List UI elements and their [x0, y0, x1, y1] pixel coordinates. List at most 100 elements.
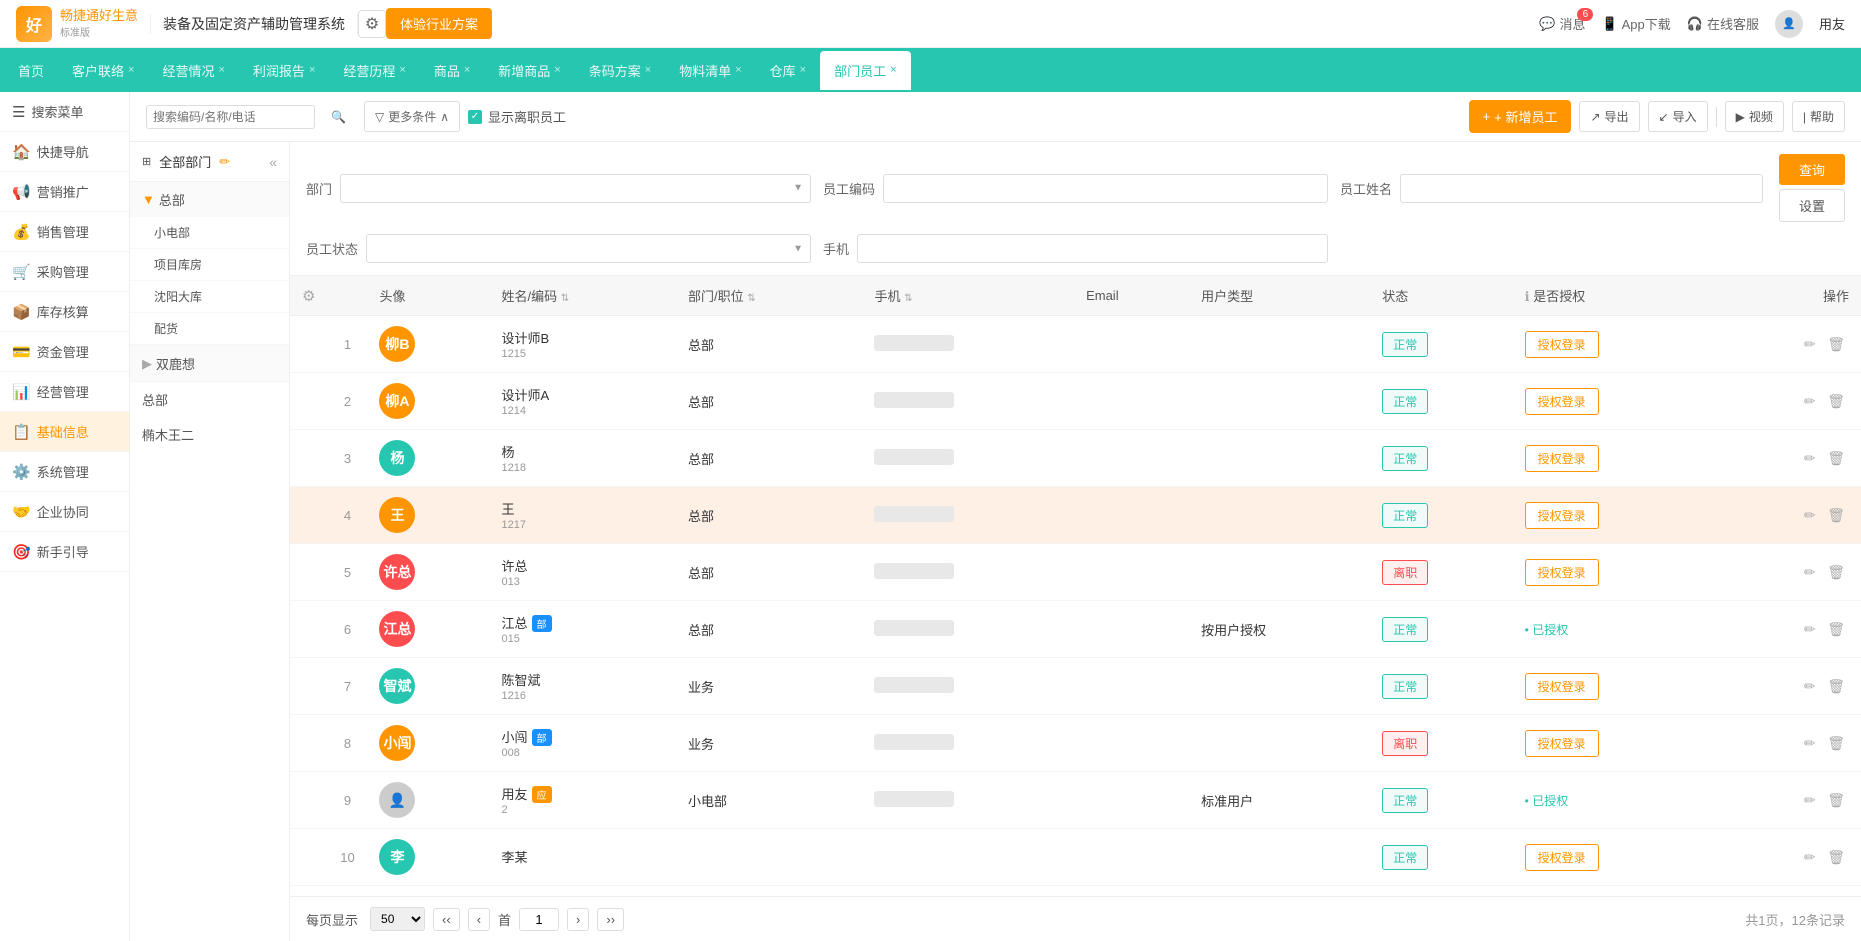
empname-input[interactable]: [1400, 174, 1763, 203]
delete-button[interactable]: 🗑: [1823, 391, 1849, 412]
help-button[interactable]: | 帮助: [1792, 101, 1845, 132]
sidebar-item-operations[interactable]: 📊 经营管理: [0, 372, 129, 412]
edit-button[interactable]: ✏: [1800, 733, 1820, 754]
dept-item-chuanmu[interactable]: 椭木王二: [130, 417, 289, 452]
close-icon[interactable]: ×: [309, 64, 315, 76]
delete-button[interactable]: 🗑: [1823, 562, 1849, 583]
settings-button[interactable]: ⚙: [358, 10, 386, 38]
sidebar-item-enterprise[interactable]: 🤝 企业协同: [0, 492, 129, 532]
close-icon[interactable]: ×: [399, 64, 405, 76]
close-icon[interactable]: ×: [554, 64, 560, 76]
sidebar-item-inventory[interactable]: 📦 库存核算: [0, 292, 129, 332]
resigned-checkbox[interactable]: [468, 110, 482, 124]
add-employee-button[interactable]: + + 新增员工: [1469, 100, 1572, 133]
auth-login-button[interactable]: 授权登录: [1525, 445, 1599, 472]
auth-login-button[interactable]: 授权登录: [1525, 730, 1599, 757]
auth-login-button[interactable]: 授权登录: [1525, 673, 1599, 700]
prev-page-button[interactable]: ‹: [468, 908, 490, 931]
dept-sort-icon[interactable]: ⇅: [747, 293, 755, 304]
dept-all-header[interactable]: ⊞ 全部部门 ✏ «: [130, 142, 289, 182]
dept-group-shuanglu-header[interactable]: ▶ 双鹿想: [130, 346, 289, 381]
tab-new-goods[interactable]: 新增商品 ×: [484, 51, 574, 90]
sidebar-item-sales[interactable]: 💰 销售管理: [0, 212, 129, 252]
sidebar-item-system[interactable]: ⚙️ 系统管理: [0, 452, 129, 492]
tab-barcode[interactable]: 条码方案 ×: [575, 51, 665, 90]
edit-button[interactable]: ✏: [1800, 562, 1820, 583]
edit-button[interactable]: ✏: [1800, 790, 1820, 811]
edit-button[interactable]: ✏: [1800, 448, 1820, 469]
tab-profit[interactable]: 利润报告 ×: [239, 51, 329, 90]
sidebar-item-marketing[interactable]: 📢 营销推广: [0, 172, 129, 212]
tab-warehouse[interactable]: 仓库 ×: [756, 51, 820, 90]
edit-button[interactable]: ✏: [1800, 391, 1820, 412]
edit-button[interactable]: ✏: [1800, 334, 1820, 355]
tab-bom[interactable]: 物料清单 ×: [665, 51, 755, 90]
message-button[interactable]: 💬 消息 6: [1539, 14, 1585, 33]
dept-item-xiangmu[interactable]: 项目库房: [130, 249, 289, 281]
online-service-button[interactable]: 🎧 在线客服: [1687, 14, 1759, 33]
per-page-select[interactable]: 50 20 100: [370, 907, 425, 931]
search-icon-btn[interactable]: 🔍: [321, 104, 356, 130]
next-page-button[interactable]: ›: [567, 908, 589, 931]
auth-login-button[interactable]: 授权登录: [1525, 331, 1599, 358]
close-icon[interactable]: ×: [735, 64, 741, 76]
sidebar-item-newbie[interactable]: 🎯 新手引导: [0, 532, 129, 572]
empstatus-select[interactable]: [366, 234, 811, 263]
gear-icon[interactable]: ⚙: [302, 288, 315, 305]
edit-button[interactable]: ✏: [1800, 847, 1820, 868]
first-page-button[interactable]: ‹‹: [433, 908, 460, 931]
close-icon[interactable]: ×: [800, 64, 806, 76]
sidebar-item-basic-info[interactable]: 📋 基础信息: [0, 412, 129, 452]
edit-button[interactable]: ✏: [1800, 505, 1820, 526]
dept-item-xiaodian[interactable]: 小电部: [130, 217, 289, 249]
tab-department-staff[interactable]: 部门员工 ×: [820, 51, 910, 90]
sidebar-item-purchase[interactable]: 🛒 采购管理: [0, 252, 129, 292]
reset-button[interactable]: 设置: [1779, 189, 1845, 222]
import-button[interactable]: ↙ 导入: [1648, 101, 1708, 132]
delete-button[interactable]: 🗑: [1823, 334, 1849, 355]
dept-group-zongbu-header[interactable]: ▼ 总部: [130, 182, 289, 217]
delete-button[interactable]: 🗑: [1823, 448, 1849, 469]
try-industry-button[interactable]: 体验行业方案: [386, 8, 492, 39]
query-button[interactable]: 查询: [1779, 154, 1845, 185]
dept-item-shenyang[interactable]: 沈阳大库: [130, 281, 289, 313]
dept-select[interactable]: [340, 174, 811, 203]
dept-edit-icon[interactable]: ✏: [219, 154, 230, 170]
dept-item-peihuo[interactable]: 配货: [130, 313, 289, 345]
more-filters-button[interactable]: ▽ 更多条件 ∧: [364, 101, 460, 132]
page-input[interactable]: [519, 908, 559, 931]
tab-operations[interactable]: 经营情况 ×: [148, 51, 238, 90]
empcode-input[interactable]: [883, 174, 1328, 203]
user-avatar[interactable]: 👤: [1775, 10, 1803, 38]
phone-sort-icon[interactable]: ⇅: [904, 293, 912, 304]
tab-customer[interactable]: 客户联络 ×: [58, 51, 148, 90]
tab-goods[interactable]: 商品 ×: [420, 51, 484, 90]
delete-button[interactable]: 🗑: [1823, 847, 1849, 868]
auth-login-button[interactable]: 授权登录: [1525, 388, 1599, 415]
sidebar-item-quick-nav[interactable]: 🏠 快捷导航: [0, 132, 129, 172]
search-input[interactable]: [146, 105, 315, 129]
video-button[interactable]: ▶ 视频: [1725, 101, 1784, 132]
close-icon[interactable]: ×: [464, 64, 470, 76]
tab-process[interactable]: 经营历程 ×: [329, 51, 419, 90]
delete-button[interactable]: 🗑: [1823, 733, 1849, 754]
delete-button[interactable]: 🗑: [1823, 505, 1849, 526]
tab-home[interactable]: 首页: [4, 51, 58, 90]
sidebar-item-search[interactable]: ☰ 搜索菜单: [0, 92, 129, 132]
sidebar-item-finance[interactable]: 💳 资金管理: [0, 332, 129, 372]
close-icon[interactable]: ×: [645, 64, 651, 76]
close-icon[interactable]: ×: [218, 64, 224, 76]
dept-collapse-icon[interactable]: «: [269, 154, 277, 170]
auth-login-button[interactable]: 授权登录: [1525, 559, 1599, 586]
auth-login-button[interactable]: 授权登录: [1525, 502, 1599, 529]
phone-input[interactable]: [857, 234, 1328, 263]
close-icon[interactable]: ×: [128, 64, 134, 76]
delete-button[interactable]: 🗑: [1823, 619, 1849, 640]
auth-info-icon[interactable]: ℹ: [1525, 289, 1530, 304]
app-download-button[interactable]: 📱 App下载: [1601, 14, 1670, 33]
delete-button[interactable]: 🗑: [1823, 790, 1849, 811]
edit-button[interactable]: ✏: [1800, 619, 1820, 640]
auth-login-button[interactable]: 授权登录: [1525, 844, 1599, 871]
show-resigned-toggle[interactable]: 显示离职员工: [468, 107, 566, 126]
close-icon[interactable]: ×: [890, 64, 896, 76]
